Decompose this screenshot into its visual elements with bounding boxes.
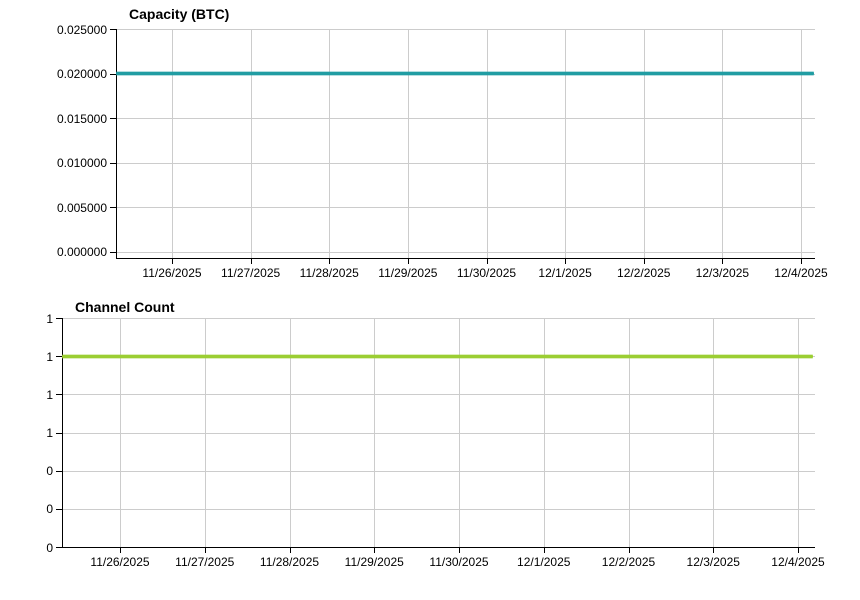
x-axis-label: 11/27/2025 bbox=[175, 555, 235, 569]
y-axis-label: 1 bbox=[46, 426, 53, 440]
x-axis-label: 11/29/2025 bbox=[378, 266, 438, 280]
y-axis-line bbox=[62, 318, 63, 547]
y-axis-label: 0.010000 bbox=[56, 156, 107, 170]
vertical-gridline bbox=[801, 29, 802, 258]
x-axis-label: 12/3/2025 bbox=[686, 555, 740, 569]
x-axis-label: 11/27/2025 bbox=[221, 266, 281, 280]
y-axis-label: 0 bbox=[46, 540, 53, 555]
x-axis-label: 11/30/2025 bbox=[456, 266, 517, 280]
y-axis-label: 0.015000 bbox=[56, 111, 107, 126]
dashboard-canvas: Capacity (BTC) 11/26/2025 11/27/2025 11/28… bbox=[0, 0, 860, 600]
x-axis-label: 12/1/2025 bbox=[538, 266, 592, 280]
horizontal-gridline bbox=[116, 207, 815, 208]
capacity-btc-series-line bbox=[116, 72, 814, 75]
y-axis-label: 0.020000 bbox=[56, 67, 107, 81]
x-axis-label: 11/30/2025 bbox=[429, 555, 489, 569]
horizontal-gridline bbox=[116, 162, 815, 164]
x-axis-label: 11/26/2025 bbox=[90, 555, 150, 569]
x-axis-label: 11/29/2025 bbox=[344, 555, 404, 569]
x-axis-label: 12/4/2025 bbox=[774, 266, 828, 280]
capacity-chart-title: Capacity (BTC) bbox=[129, 6, 230, 22]
horizontal-gridline bbox=[62, 432, 815, 434]
y-axis-label: 0.025000 bbox=[56, 22, 107, 37]
y-axis-label: 0.005000 bbox=[56, 200, 107, 215]
y-axis-label: 1 bbox=[46, 387, 53, 402]
horizontal-gridline bbox=[62, 318, 815, 319]
x-axis-label: 12/2/2025 bbox=[617, 266, 671, 280]
y-axis-label: 1 bbox=[46, 311, 53, 326]
channel-count-chart-title: Channel Count bbox=[75, 299, 175, 315]
vertical-gridline bbox=[329, 29, 331, 258]
vertical-gridline bbox=[172, 29, 173, 258]
x-axis-label: 12/2/2025 bbox=[601, 555, 656, 569]
y-axis-label: 0.000000 bbox=[56, 245, 107, 259]
vertical-gridline bbox=[407, 29, 409, 258]
x-axis-line bbox=[116, 258, 815, 259]
channel-count-series-line bbox=[62, 354, 813, 358]
x-axis-label: 12/4/2025 bbox=[771, 555, 825, 569]
x-axis-line bbox=[62, 547, 815, 548]
x-axis-label: 12/1/2025 bbox=[517, 555, 571, 569]
horizontal-gridline bbox=[116, 118, 815, 119]
horizontal-gridline bbox=[62, 470, 815, 472]
horizontal-gridline bbox=[62, 508, 815, 510]
vertical-gridline bbox=[565, 29, 567, 258]
y-axis-label: 0 bbox=[46, 464, 53, 479]
horizontal-gridline bbox=[116, 29, 815, 30]
y-axis-label: 1 bbox=[46, 349, 53, 364]
horizontal-gridline bbox=[62, 394, 815, 396]
vertical-gridline bbox=[722, 29, 724, 258]
x-axis-label: 11/26/2025 bbox=[142, 266, 202, 280]
vertical-gridline bbox=[250, 29, 252, 258]
y-axis-label: 0 bbox=[46, 502, 53, 517]
x-axis-label: 12/3/2025 bbox=[695, 266, 750, 280]
x-axis-label: 11/28/2025 bbox=[299, 266, 359, 280]
horizontal-gridline bbox=[116, 251, 815, 253]
y-axis-line bbox=[116, 29, 117, 258]
vertical-gridline bbox=[643, 29, 645, 258]
x-axis-label: 11/28/2025 bbox=[259, 555, 320, 569]
vertical-gridline bbox=[486, 29, 488, 258]
